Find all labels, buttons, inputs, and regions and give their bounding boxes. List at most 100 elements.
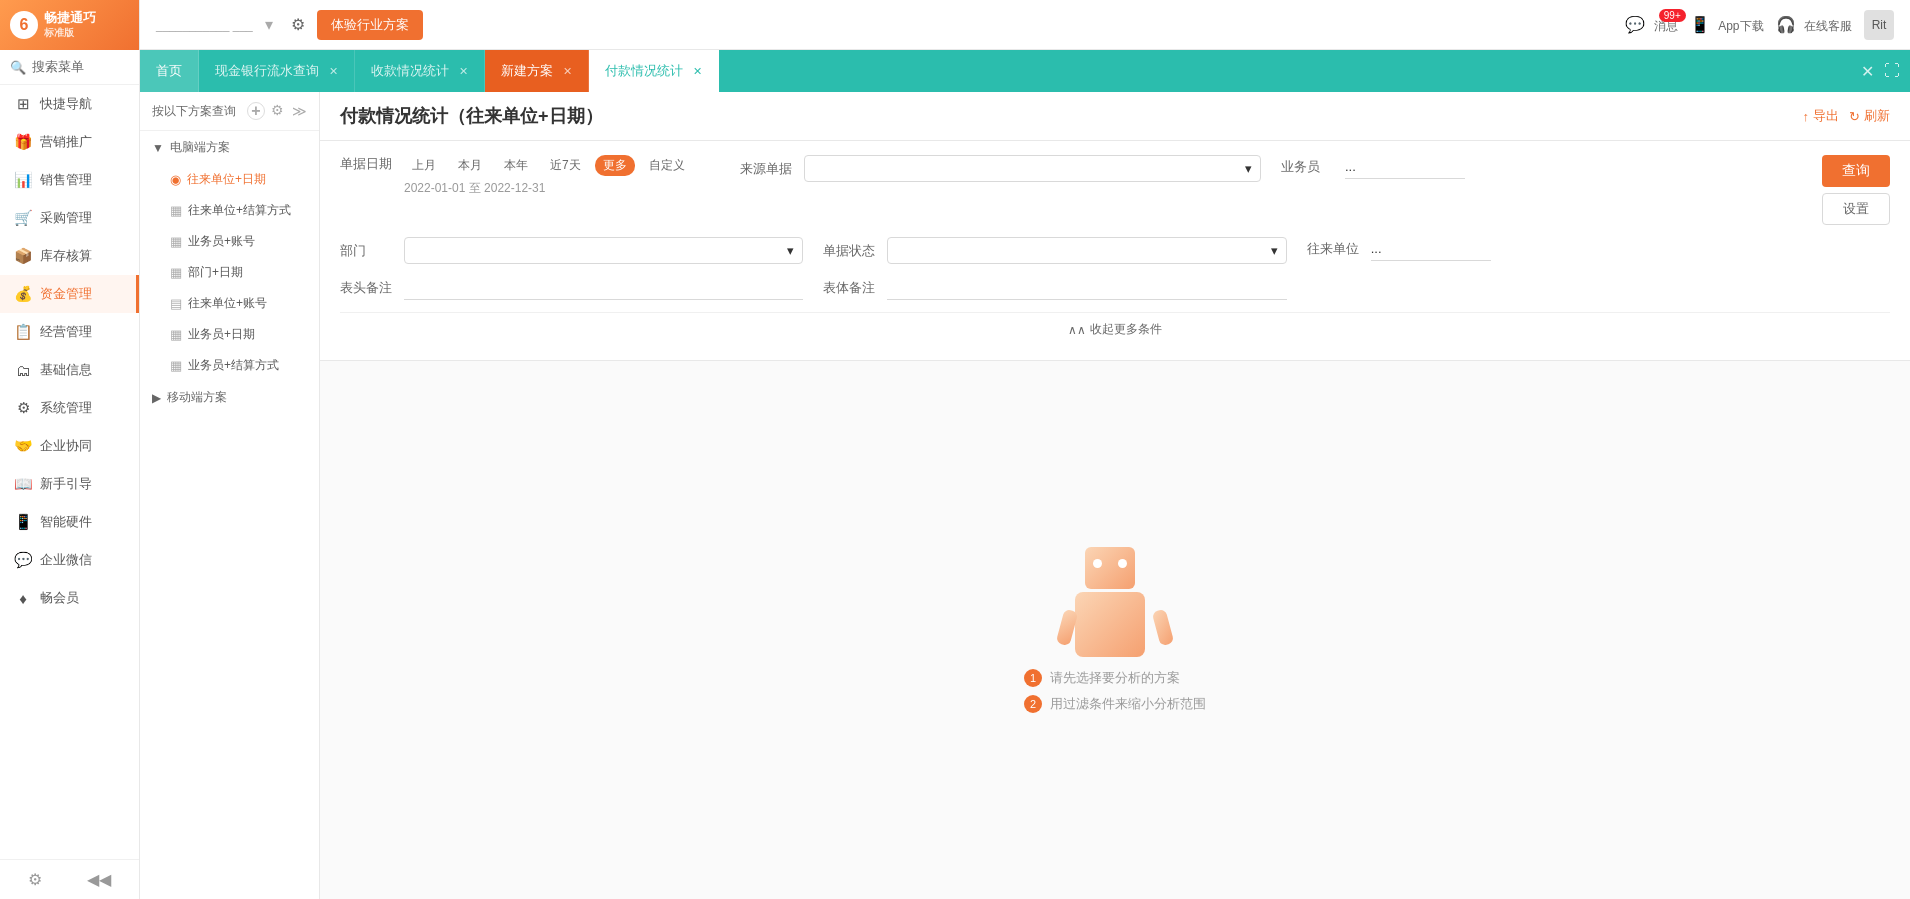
dept-filter: 部门 ▾ — [340, 237, 803, 264]
page-header: 付款情况统计（往来单位+日期） ↑ 导出 ↻ 刷新 — [320, 92, 1910, 141]
date-shortcut-this-year[interactable]: 本年 — [496, 155, 536, 176]
sidebar-item-inventory[interactable]: 📦 库存核算 — [0, 237, 139, 275]
date-shortcut-7days[interactable]: 近7天 — [542, 155, 589, 176]
partner-label: 往来单位 — [1307, 240, 1363, 258]
logo-icon: 6 — [10, 11, 38, 39]
message-icon[interactable]: 💬 99+ 消息 — [1625, 15, 1677, 35]
tab-receipt[interactable]: 收款情况统计 ✕ — [355, 50, 485, 92]
scheme-item-partner-settle[interactable]: ▦ 往来单位+结算方式 — [140, 195, 319, 226]
doc-status-select[interactable]: ▾ — [887, 237, 1286, 264]
sidebar-item-quick-nav[interactable]: ⊞ 快捷导航 — [0, 85, 139, 123]
online-service[interactable]: 🎧 在线客服 — [1776, 15, 1852, 35]
sidebar-item-system[interactable]: ⚙ 系统管理 — [0, 389, 139, 427]
doc-status-dropdown-icon: ▾ — [1271, 243, 1278, 258]
sidebar-item-basic[interactable]: 🗂 基础信息 — [0, 351, 139, 389]
source-doc-select[interactable]: ▾ — [804, 155, 1261, 182]
search-menu[interactable]: 🔍 搜索菜单 — [0, 50, 139, 85]
salesman-input[interactable] — [1345, 155, 1465, 179]
sidebar-nav: ⊞ 快捷导航 🎁 营销推广 📊 销售管理 🛒 采购管理 📦 库存核算 💰 资金管… — [0, 85, 139, 859]
scheme-icon: ▦ — [170, 358, 182, 373]
source-doc-label: 来源单据 — [740, 160, 796, 178]
scheme-item-salesman-date[interactable]: ▦ 业务员+日期 — [140, 319, 319, 350]
export-button[interactable]: ↑ 导出 — [1803, 107, 1840, 125]
sidebar-item-operation[interactable]: 📋 经营管理 — [0, 313, 139, 351]
robot-head — [1085, 547, 1135, 589]
scheme-item-salesman-account[interactable]: ▦ 业务员+账号 — [140, 226, 319, 257]
tab-expand-icon[interactable]: ⛶ — [1884, 62, 1900, 80]
tab-payment[interactable]: 付款情况统计 ✕ — [589, 50, 719, 92]
table-header-note-input[interactable] — [404, 276, 803, 300]
trial-button[interactable]: 体验行业方案 — [317, 10, 423, 40]
doc-status-filter: 单据状态 ▾ — [823, 237, 1286, 264]
topbar-settings-icon[interactable]: ⚙ — [291, 15, 305, 34]
scheme-settings-icon[interactable]: ⚙ — [271, 102, 284, 120]
right-content: 付款情况统计（往来单位+日期） ↑ 导出 ↻ 刷新 — [320, 92, 1910, 899]
table-header-note-label: 表头备注 — [340, 279, 396, 297]
tab-new-scheme[interactable]: 新建方案 ✕ — [485, 50, 589, 92]
sidebar-item-hardware[interactable]: 📱 智能硬件 — [0, 503, 139, 541]
sidebar-logo: 6 畅捷通巧 标准版 — [0, 0, 139, 50]
tab-payment-close[interactable]: ✕ — [693, 65, 702, 78]
user-avatar[interactable]: Rit — [1864, 10, 1894, 40]
table-body-note-input[interactable] — [887, 276, 1286, 300]
scheme-group-desktop-title[interactable]: ▼ 电脑端方案 — [140, 131, 319, 164]
page-header-actions: ↑ 导出 ↻ 刷新 — [1803, 107, 1891, 125]
filter-area: 单据日期 上月 本月 本年 近7天 更多 自定义 2022-01-01 至 20… — [320, 141, 1910, 361]
sidebar-item-purchase[interactable]: 🛒 采购管理 — [0, 199, 139, 237]
tab-new-scheme-close[interactable]: ✕ — [563, 65, 572, 78]
inventory-icon: 📦 — [14, 247, 32, 265]
tab-home[interactable]: 首页 — [140, 50, 199, 92]
purchase-icon: 🛒 — [14, 209, 32, 227]
dept-select[interactable]: ▾ — [404, 237, 803, 264]
add-scheme-icon[interactable]: + — [247, 102, 265, 120]
topbar-dropdown-icon[interactable]: ▾ — [265, 15, 273, 34]
sidebar-item-member[interactable]: ♦ 畅会员 — [0, 579, 139, 617]
collapse-filters-button[interactable]: ∧∧ 收起更多条件 — [340, 312, 1890, 346]
sidebar-item-label: 营销推广 — [40, 133, 92, 151]
operation-icon: 📋 — [14, 323, 32, 341]
sidebar-item-wechat[interactable]: 💬 企业微信 — [0, 541, 139, 579]
scheme-icon: ▦ — [170, 203, 182, 218]
date-shortcut-this-month[interactable]: 本月 — [450, 155, 490, 176]
query-button[interactable]: 查询 — [1822, 155, 1890, 187]
scheme-item-dept-date[interactable]: ▦ 部门+日期 — [140, 257, 319, 288]
partner-input[interactable] — [1371, 237, 1491, 261]
sidebar-item-cooperation[interactable]: 🤝 企业协同 — [0, 427, 139, 465]
sidebar-item-label: 系统管理 — [40, 399, 92, 417]
app-download[interactable]: 📱 App下载 — [1690, 15, 1764, 35]
scheme-item-partner-date[interactable]: ◉ 往来单位+日期 — [140, 164, 319, 195]
tab-receipt-close[interactable]: ✕ — [459, 65, 468, 78]
scheme-group-mobile-title[interactable]: ▶ 移动端方案 — [140, 381, 319, 414]
tab-close-all-icon[interactable]: ✕ — [1861, 62, 1874, 81]
sidebar-item-finance[interactable]: 💰 资金管理 — [0, 275, 139, 313]
wechat-icon: 💬 — [14, 551, 32, 569]
robot-left-eye — [1093, 559, 1102, 568]
date-shortcut-more[interactable]: 更多 — [595, 155, 635, 176]
app-download-label: App下载 — [1718, 19, 1763, 33]
basic-icon: 🗂 — [14, 362, 32, 379]
left-panel-title: 按以下方案查询 — [152, 103, 239, 120]
sidebar-item-marketing[interactable]: 🎁 营销推广 — [0, 123, 139, 161]
date-shortcut-custom[interactable]: 自定义 — [641, 155, 693, 176]
left-panel-collapse-icon[interactable]: ≫ — [292, 103, 307, 119]
collapse-sidebar-icon[interactable]: ◀◀ — [87, 870, 111, 889]
scheme-item-partner-account[interactable]: ▤ 往来单位+账号 — [140, 288, 319, 319]
date-shortcut-last-month[interactable]: 上月 — [404, 155, 444, 176]
sidebar-item-label: 新手引导 — [40, 475, 92, 493]
tab-bank-close[interactable]: ✕ — [329, 65, 338, 78]
empty-illustration — [1055, 547, 1175, 657]
scheme-item-label: 业务员+日期 — [188, 326, 255, 343]
settings-button[interactable]: 设置 — [1822, 193, 1890, 225]
sidebar-item-sales[interactable]: 📊 销售管理 — [0, 161, 139, 199]
sidebar-item-guide[interactable]: 📖 新手引导 — [0, 465, 139, 503]
left-panel-header: 按以下方案查询 + ⚙ ≫ — [140, 92, 319, 131]
scheme-item-salesman-settle[interactable]: ▦ 业务员+结算方式 — [140, 350, 319, 381]
settings-footer-icon[interactable]: ⚙ — [28, 870, 42, 889]
source-doc-filter: 来源单据 ▾ — [740, 155, 1261, 182]
message-icon-symbol: 💬 — [1625, 16, 1645, 33]
refresh-button[interactable]: ↻ 刷新 — [1849, 107, 1890, 125]
salesman-label: 业务员 — [1281, 158, 1337, 176]
tab-bank-label: 现金银行流水查询 — [215, 62, 319, 80]
tab-bank[interactable]: 现金银行流水查询 ✕ — [199, 50, 355, 92]
scheme-icon: ▦ — [170, 327, 182, 342]
